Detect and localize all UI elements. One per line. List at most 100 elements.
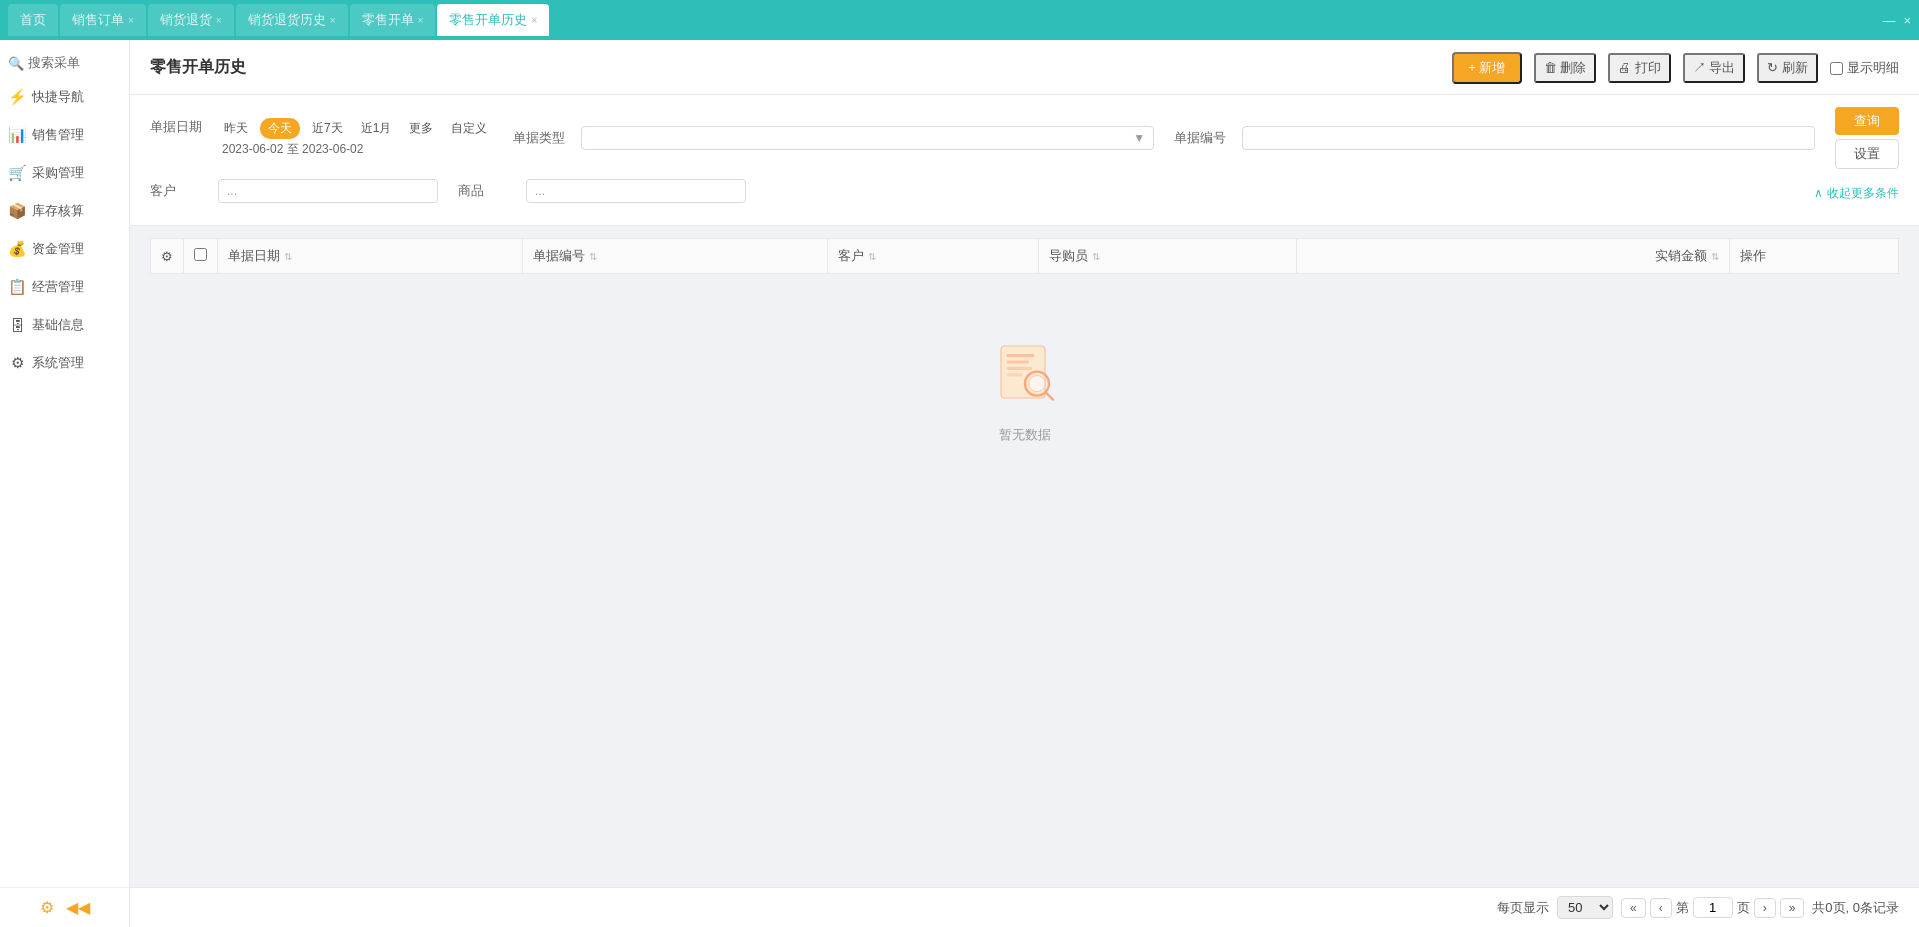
sidebar-item-purchase[interactable]: 🛒采购管理	[0, 154, 129, 192]
empty-text: 暂无数据	[999, 426, 1051, 444]
next-page-button[interactable]: ›	[1754, 898, 1776, 918]
doc-number-label: 单据编号	[1174, 129, 1234, 147]
sidebar-item-quick-nav[interactable]: ⚡快捷导航	[0, 78, 129, 116]
sort-amount-icon: ⇅	[1711, 251, 1719, 262]
th-date[interactable]: 单据日期 ⇅	[218, 239, 523, 274]
doc-type-group: 单据类型 ▼	[513, 126, 1154, 150]
product-select[interactable]: ...	[526, 179, 746, 203]
customer-select[interactable]: ...	[218, 179, 438, 203]
refresh-button[interactable]: ↻ 刷新	[1757, 53, 1818, 83]
sidebar-item-finance[interactable]: 💰资金管理	[0, 230, 129, 268]
query-button[interactable]: 查询	[1835, 107, 1899, 135]
sidebar-search[interactable]: 🔍 搜索采单	[0, 48, 129, 78]
svg-rect-1	[1006, 354, 1034, 357]
th-amount[interactable]: 实销金额 ⇅	[1297, 239, 1729, 274]
tab-sales-return[interactable]: 销货退货×	[148, 4, 234, 36]
sidebar-icon-finance: 💰	[8, 240, 26, 258]
tab-close-sales-return-history[interactable]: ×	[330, 15, 336, 26]
last-page-button[interactable]: »	[1780, 898, 1805, 918]
tab-close-sales-return[interactable]: ×	[216, 15, 222, 26]
tab-close-sales-order[interactable]: ×	[128, 15, 134, 26]
th-customer[interactable]: 客户 ⇅	[827, 239, 1038, 274]
th-guide-label: 导购员	[1049, 248, 1088, 263]
select-all-checkbox[interactable]	[194, 248, 207, 261]
sidebar-icon-quick-nav: ⚡	[8, 88, 26, 106]
add-button[interactable]: + 新增	[1452, 52, 1521, 84]
date-opt-custom[interactable]: 自定义	[445, 118, 493, 139]
column-settings-icon[interactable]: ⚙	[161, 249, 173, 264]
action-buttons: 查询 设置	[1835, 107, 1899, 169]
page-label-suffix: 页	[1737, 899, 1750, 917]
page-size-label: 每页显示	[1497, 899, 1549, 917]
tab-close-retail-open[interactable]: ×	[418, 15, 424, 26]
doc-type-label: 单据类型	[513, 129, 573, 147]
tab-retail-history[interactable]: 零售开单历史×	[437, 4, 549, 36]
delete-button[interactable]: 🗑 删除	[1534, 53, 1597, 83]
collapse-sidebar-icon[interactable]: ◀◀	[66, 898, 90, 917]
customer-value: ...	[227, 184, 429, 198]
settings-gear-icon[interactable]: ⚙	[40, 898, 54, 917]
doc-number-group: 单据编号	[1174, 126, 1815, 150]
doc-number-input[interactable]	[1242, 126, 1815, 150]
collapse-button[interactable]: ∧ 收起更多条件	[1814, 185, 1899, 202]
tab-close-retail-history[interactable]: ×	[531, 15, 537, 26]
sidebar-item-system[interactable]: ⚙系统管理	[0, 344, 129, 382]
th-customer-label: 客户	[838, 248, 864, 263]
date-options-row: 昨天 今天 近7天 近1月 更多 自定义	[218, 118, 493, 139]
chevron-down-icon: ▼	[1133, 131, 1145, 145]
sort-guide-icon: ⇅	[1092, 251, 1100, 262]
page-number-input[interactable]	[1693, 897, 1733, 918]
display-detail-label: 显示明细	[1847, 59, 1899, 77]
main-layout: 🔍 搜索采单 ⚡快捷导航📊销售管理🛒采购管理📦库存核算💰资金管理📋经营管理🗄基础…	[0, 40, 1919, 927]
date-opt-7days[interactable]: 近7天	[306, 118, 349, 139]
sidebar-search-label: 搜索采单	[28, 54, 80, 72]
date-options-wrap: 昨天 今天 近7天 近1月 更多 自定义 2023-06-02 至 2023-0…	[218, 118, 493, 158]
date-opt-today[interactable]: 今天	[260, 118, 300, 139]
sidebar-item-base-info[interactable]: 🗄基础信息	[0, 306, 129, 344]
tab-retail-open[interactable]: 零售开单×	[350, 4, 436, 36]
date-opt-yesterday[interactable]: 昨天	[218, 118, 254, 139]
export-button[interactable]: ↗ 导出	[1683, 53, 1746, 83]
minimize-button[interactable]: —	[1882, 13, 1895, 28]
sidebar-item-operation[interactable]: 📋经营管理	[0, 268, 129, 306]
pagination-bar: 每页显示 50 10 20 100 « ‹ 第 页 › » 共0页, 0条记录	[130, 887, 1919, 927]
date-opt-1month[interactable]: 近1月	[355, 118, 398, 139]
settings-button[interactable]: 设置	[1835, 139, 1899, 169]
page-size-select[interactable]: 50 10 20 100	[1557, 896, 1613, 919]
doc-type-select[interactable]: ▼	[581, 126, 1154, 150]
sidebar: 🔍 搜索采单 ⚡快捷导航📊销售管理🛒采购管理📦库存核算💰资金管理📋经营管理🗄基础…	[0, 40, 130, 927]
svg-rect-3	[1006, 367, 1032, 370]
th-checkbox	[184, 239, 218, 274]
th-number[interactable]: 单据编号 ⇅	[522, 239, 827, 274]
data-table: ⚙ 单据日期 ⇅ 单据编号 ⇅	[150, 238, 1899, 274]
product-label: 商品	[458, 182, 518, 200]
product-group: 商品 ...	[458, 179, 746, 203]
sort-date-icon: ⇅	[284, 251, 292, 262]
print-button[interactable]: 🖨 打印	[1608, 53, 1671, 83]
display-detail-toggle[interactable]: 显示明细	[1830, 59, 1899, 77]
empty-state: 暂无数据	[150, 274, 1899, 504]
first-page-button[interactable]: «	[1621, 898, 1646, 918]
svg-point-6	[1029, 376, 1045, 392]
th-guide[interactable]: 导购员 ⇅	[1039, 239, 1297, 274]
content-area: 零售开单历史 + 新增 🗑 删除 🖨 打印 ↗ 导出 ↻ 刷新 显示明细 单据日…	[130, 40, 1919, 927]
prev-page-button[interactable]: ‹	[1650, 898, 1672, 918]
th-settings[interactable]: ⚙	[151, 239, 184, 274]
date-opt-more[interactable]: 更多	[403, 118, 439, 139]
page-label-prefix: 第	[1676, 899, 1689, 917]
sidebar-item-inventory[interactable]: 📦库存核算	[0, 192, 129, 230]
date-filter-group: 单据日期 昨天 今天 近7天 近1月 更多 自定义 2023-06-02 至 2…	[150, 118, 493, 158]
display-detail-checkbox[interactable]	[1830, 62, 1843, 75]
sidebar-label-inventory: 库存核算	[32, 202, 84, 220]
tab-home[interactable]: 首页	[8, 4, 58, 36]
th-number-label: 单据编号	[533, 248, 585, 263]
tab-list: 首页销售订单×销货退货×销货退货历史×零售开单×零售开单历史×	[8, 4, 549, 36]
tab-sales-order[interactable]: 销售订单×	[60, 4, 146, 36]
filter-row-2: 客户 ... 商品 ... ∧ 收起更多条件	[150, 179, 1899, 203]
th-date-label: 单据日期	[228, 248, 280, 263]
close-button[interactable]: ×	[1903, 13, 1911, 28]
sidebar-item-sales[interactable]: 📊销售管理	[0, 116, 129, 154]
tab-sales-return-history[interactable]: 销货退货历史×	[236, 4, 348, 36]
sidebar-label-base-info: 基础信息	[32, 316, 84, 334]
table-area: ⚙ 单据日期 ⇅ 单据编号 ⇅	[130, 226, 1919, 887]
